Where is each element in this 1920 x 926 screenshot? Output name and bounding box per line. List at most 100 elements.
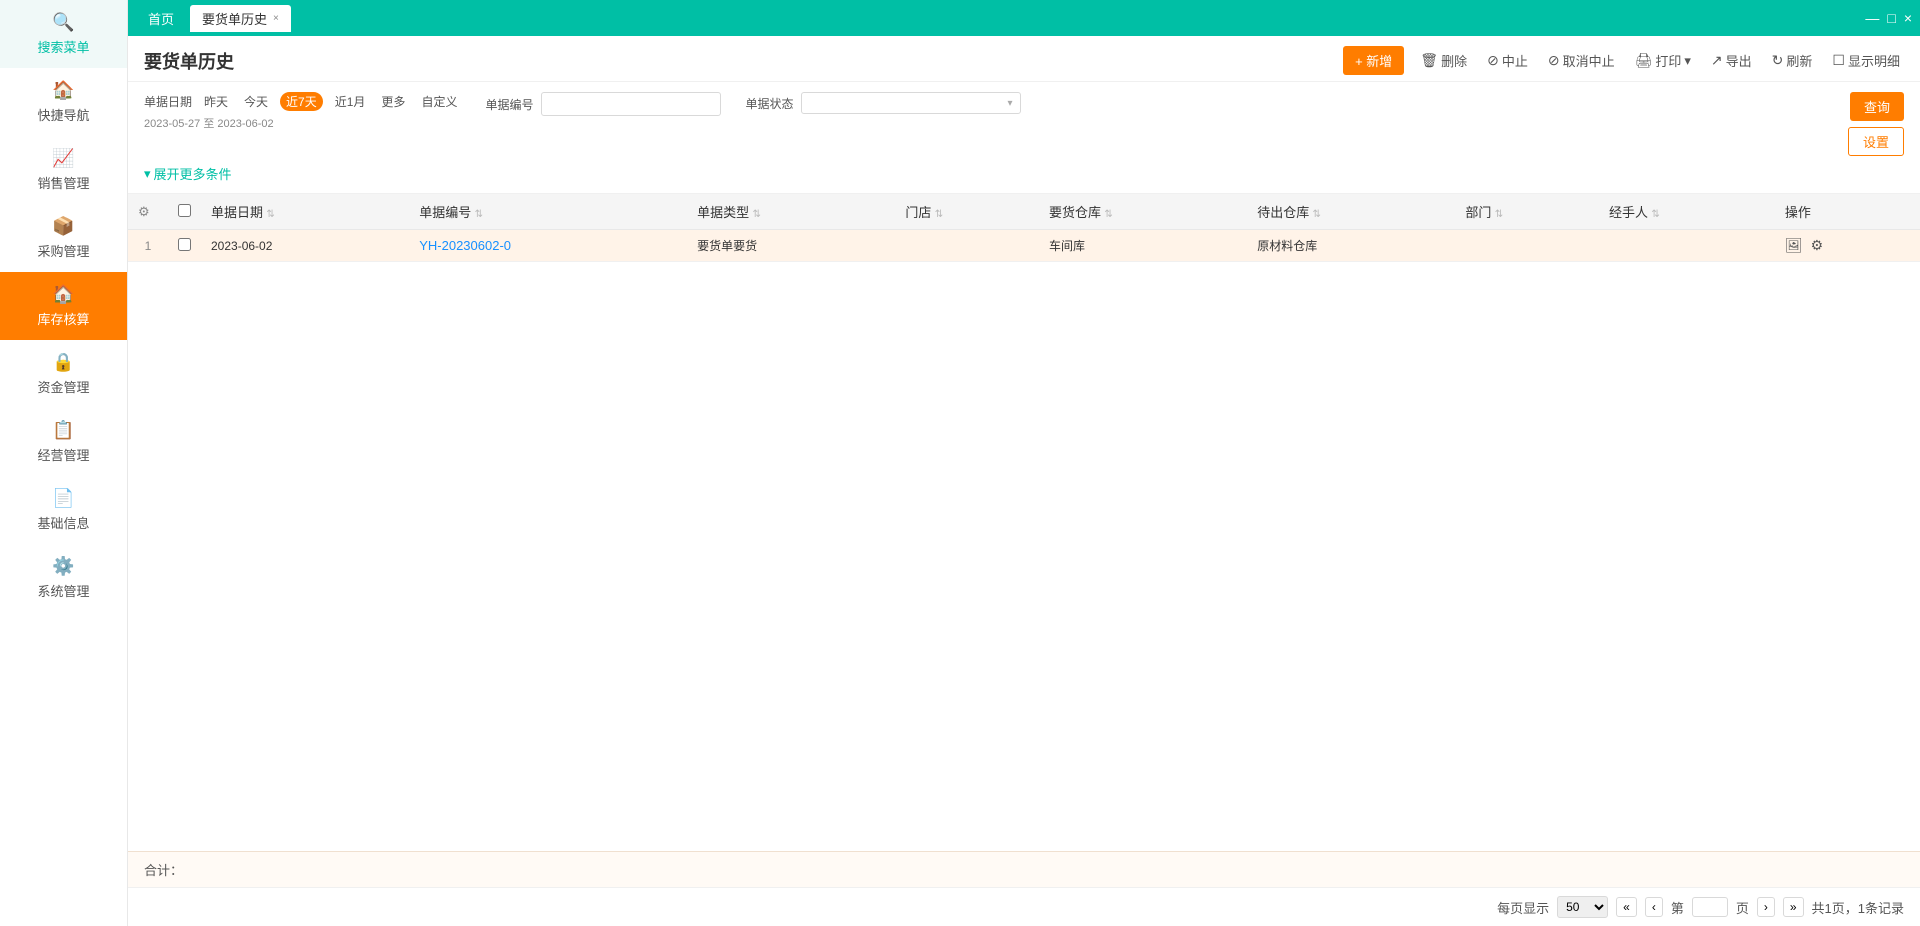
sidebar-item-label: 搜索菜单	[37, 37, 89, 56]
purchase-icon: 📦	[52, 216, 74, 237]
date-option-7days[interactable]: 近7天	[280, 92, 323, 111]
col-settings[interactable]: ⚙	[128, 194, 168, 230]
date-option-more[interactable]: 更多	[377, 92, 409, 111]
sidebar-item-quick-nav[interactable]: 🏠 快捷导航	[0, 68, 127, 136]
row-dept	[1455, 230, 1599, 262]
col-pending-warehouse[interactable]: 待出仓库 ⇅	[1247, 194, 1455, 230]
per-page-select[interactable]: 50 10 20 100	[1557, 896, 1608, 918]
page-input[interactable]: 1	[1692, 897, 1728, 917]
home-icon: 🏠	[52, 80, 74, 101]
view-action-icon[interactable]: 🖼	[1785, 237, 1803, 254]
sort-icon: ⇅	[1104, 209, 1112, 220]
export-button[interactable]: ↗ 导出	[1707, 49, 1756, 72]
settings-button[interactable]: 设置	[1848, 127, 1904, 156]
status-select[interactable]: ▾	[801, 92, 1021, 114]
table-header-row: ⚙ 单据日期 ⇅ 单据编号 ⇅	[128, 194, 1920, 230]
display-detail-toggle[interactable]: ☐ 显示明细	[1828, 49, 1904, 72]
col-req-warehouse[interactable]: 要货仓库 ⇅	[1039, 194, 1247, 230]
order-no-link[interactable]: YH-20230602-0	[419, 238, 511, 253]
table-row[interactable]: 1 2023-06-02 YH-20230602-0 要货单要货 车间库 原材料…	[128, 230, 1920, 262]
cancel-stop-label: 取消中止	[1563, 51, 1615, 70]
system-icon: ⚙️	[52, 556, 74, 577]
stop-button[interactable]: ⊘ 中止	[1483, 49, 1532, 72]
query-button[interactable]: 查询	[1850, 92, 1904, 121]
col-store[interactable]: 门店 ⇅	[895, 194, 1039, 230]
cancel-stop-button[interactable]: ⊘ 取消中止	[1544, 49, 1619, 72]
sort-icon: ⇅	[1651, 209, 1659, 220]
tab-home[interactable]: 首页	[136, 5, 186, 32]
select-all-checkbox[interactable]	[178, 204, 191, 217]
col-handler[interactable]: 经手人 ⇅	[1599, 194, 1775, 230]
sort-icon: ⇅	[1495, 209, 1503, 220]
row-checkbox[interactable]	[178, 238, 191, 251]
sidebar-item-search-menu[interactable]: 🔍 搜索菜单	[0, 0, 127, 68]
finance-icon: 🔒	[52, 352, 74, 373]
date-option-today[interactable]: 今天	[240, 92, 272, 111]
checkbox-icon: ☐	[1832, 52, 1845, 69]
tab-close-icon[interactable]: ×	[273, 13, 279, 24]
row-num: 1	[128, 230, 168, 262]
cancel-stop-icon: ⊘	[1548, 52, 1560, 69]
row-order-no: YH-20230602-0	[409, 230, 687, 262]
first-page-button[interactable]: «	[1616, 897, 1637, 917]
chevron-down-icon: ▾	[1007, 98, 1012, 109]
settings-col-icon: ⚙	[138, 204, 150, 219]
sidebar-item-label: 经营管理	[37, 445, 89, 464]
filter-row: 单据日期 昨天 今天 近7天 近1月 更多 自定义 2023-05-27 至 2…	[144, 92, 1904, 156]
sidebar-item-sales-mgmt[interactable]: 📈 销售管理	[0, 136, 127, 204]
edit-action-icon[interactable]: ⚙	[1811, 237, 1824, 254]
per-page-label: 每页显示	[1497, 898, 1549, 917]
row-req-warehouse: 车间库	[1039, 230, 1247, 262]
sidebar-item-basic-info[interactable]: 📄 基础信息	[0, 476, 127, 544]
row-handler	[1599, 230, 1775, 262]
content-area: 要货单历史 + 新增 🗑 删除 ⊘ 中止 ⊘ 取消中止 🖨 打印	[128, 36, 1920, 926]
refresh-button[interactable]: ↻ 刷新	[1768, 49, 1817, 72]
expand-more-button[interactable]: ▾ 展开更多条件	[144, 164, 1904, 183]
maximize-icon[interactable]: □	[1887, 10, 1895, 26]
date-option-1month[interactable]: 近1月	[331, 92, 370, 111]
tab-order-history[interactable]: 要货单历史 ×	[190, 5, 291, 32]
new-button[interactable]: + 新增	[1343, 46, 1404, 75]
delete-label: 删除	[1441, 51, 1467, 70]
sidebar-item-operations-mgmt[interactable]: 📋 经营管理	[0, 408, 127, 476]
date-option-yesterday[interactable]: 昨天	[200, 92, 232, 111]
col-dept[interactable]: 部门 ⇅	[1455, 194, 1599, 230]
col-checkbox	[168, 194, 201, 230]
sidebar-item-system-mgmt[interactable]: ⚙️ 系统管理	[0, 544, 127, 612]
total-info: 共1页，1条记录	[1812, 898, 1904, 917]
refresh-icon: ↻	[1772, 52, 1784, 69]
last-page-button[interactable]: »	[1783, 897, 1804, 917]
orders-table: ⚙ 单据日期 ⇅ 单据编号 ⇅	[128, 194, 1920, 262]
stop-icon: ⊘	[1487, 52, 1499, 69]
page-header: 要货单历史 + 新增 🗑 删除 ⊘ 中止 ⊘ 取消中止 🖨 打印	[128, 36, 1920, 82]
sidebar-item-inventory-calc[interactable]: 🏠 库存核算	[0, 272, 127, 340]
page-suffix: 页	[1736, 898, 1749, 917]
table-footer-summary: 合计：	[128, 851, 1920, 887]
window-close-icon[interactable]: ×	[1904, 10, 1912, 26]
row-actions: 🖼 ⚙	[1775, 230, 1920, 262]
minimize-icon[interactable]: —	[1865, 10, 1879, 26]
print-button[interactable]: 🖨 打印 ▾	[1631, 49, 1695, 72]
sidebar-item-purchase-mgmt[interactable]: 📦 采购管理	[0, 204, 127, 272]
sidebar-item-label: 销售管理	[37, 173, 89, 192]
row-pending-warehouse: 原材料仓库	[1247, 230, 1455, 262]
main-area: 首页 要货单历史 × — □ × 要货单历史 + 新增 🗑 删除 ⊘ 中	[128, 0, 1920, 926]
prev-page-button[interactable]: ‹	[1645, 897, 1663, 917]
pagination: 每页显示 50 10 20 100 « ‹ 第 1 页 › » 共1页，1条记录	[128, 887, 1920, 926]
next-page-button[interactable]: ›	[1757, 897, 1775, 917]
col-order-no[interactable]: 单据编号 ⇅	[409, 194, 687, 230]
order-no-input[interactable]	[541, 92, 721, 116]
action-icons: 🖼 ⚙	[1785, 237, 1910, 254]
date-options: 昨天 今天 近7天 近1月 更多 自定义	[200, 92, 461, 111]
col-date[interactable]: 单据日期 ⇅	[201, 194, 409, 230]
delete-button[interactable]: 🗑 删除	[1416, 49, 1471, 72]
sort-icon: ⇅	[753, 209, 761, 220]
tab-order-history-label: 要货单历史	[202, 9, 267, 28]
date-option-custom[interactable]: 自定义	[417, 92, 461, 111]
sidebar-item-finance-mgmt[interactable]: 🔒 资金管理	[0, 340, 127, 408]
status-input[interactable]	[810, 96, 1007, 110]
tab-home-label: 首页	[148, 9, 174, 28]
col-action: 操作	[1775, 194, 1920, 230]
col-type[interactable]: 单据类型 ⇅	[687, 194, 895, 230]
sort-icon: ⇅	[266, 209, 274, 220]
